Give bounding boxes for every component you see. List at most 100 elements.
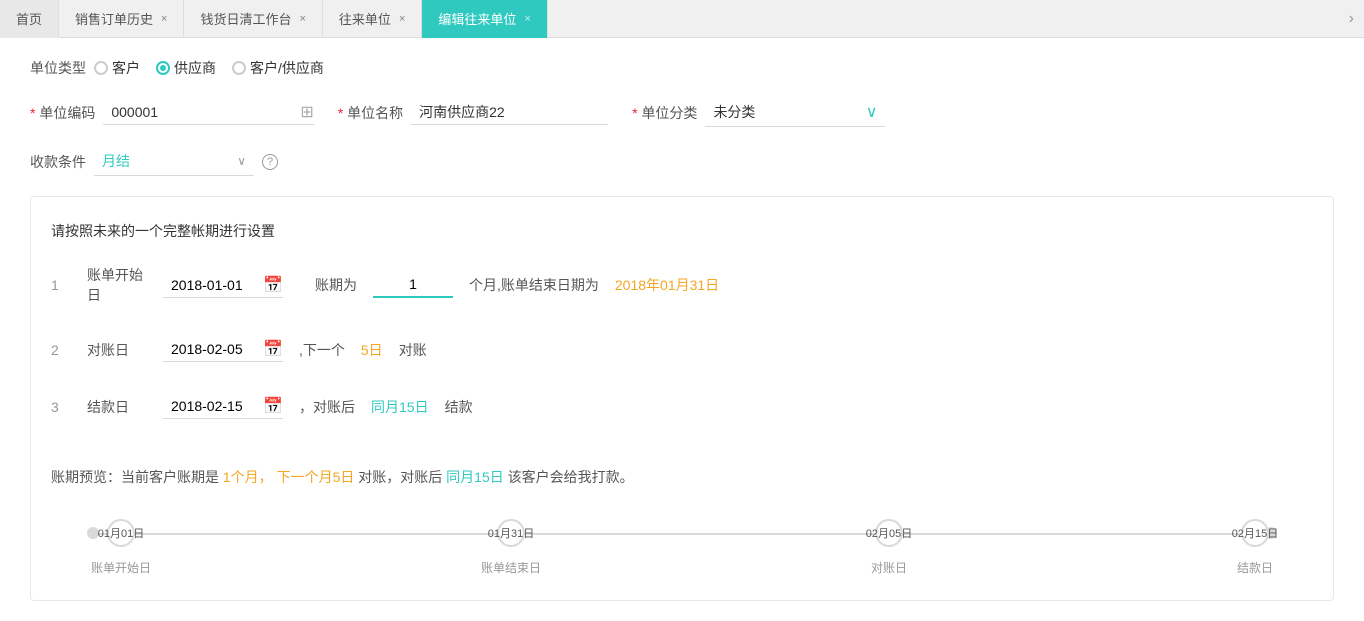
unit-type-label: 单位类型 <box>30 58 86 78</box>
chevron-down-icon: ∨ <box>237 154 246 168</box>
point-date-4: 02月15日 <box>1232 525 1278 541</box>
radio-both[interactable]: 客户/供应商 <box>232 58 324 78</box>
point-label-1: 账单开始日 <box>91 559 151 576</box>
date-input-3: 📅 <box>163 394 283 419</box>
copy-icon[interactable]: ⊞ <box>300 102 313 122</box>
radio-supplier[interactable]: 供应商 <box>156 58 216 78</box>
mid-label-1: 账期为 <box>315 275 357 295</box>
tab-edit-partner[interactable]: 编辑往来单位 × <box>422 0 547 38</box>
point-circle-3: 02月05日 <box>875 519 903 547</box>
point-label-2: 账单结束日 <box>481 559 541 576</box>
radio-both-label: 客户/供应商 <box>250 58 324 78</box>
tab-edit-partner-label: 编辑往来单位 <box>438 9 516 28</box>
point-circle-2: 01月31日 <box>497 519 525 547</box>
tab-sales-order-history[interactable]: 销售订单历史 × <box>59 0 184 38</box>
row-label-1: 账单开始日 <box>87 265 147 305</box>
radio-customer[interactable]: 客户 <box>94 58 140 78</box>
unit-category-value: 未分类 <box>713 102 755 122</box>
row-num-1: 1 <box>51 277 71 293</box>
close-icon[interactable]: × <box>399 13 405 25</box>
timeline-point-1: 01月01日 账单开始日 <box>91 519 151 576</box>
point-label-3: 对账日 <box>871 559 907 576</box>
date-input-2: 📅 <box>163 337 283 362</box>
radio-customer-label: 客户 <box>112 58 140 78</box>
tab-bar-more[interactable]: › <box>1339 10 1364 28</box>
payment-terms-group: 收款条件 月结 ∨ ? <box>30 147 278 176</box>
timeline-point-2: 01月31日 账单结束日 <box>481 519 541 576</box>
row-desc-2-prefix: ,下一个 <box>299 340 345 360</box>
unit-category-group: 单位分类 未分类 ∨ <box>632 98 885 127</box>
payment-terms-value: 月结 <box>102 151 130 171</box>
setting-row-3: 3 结款日 📅 ，对账后 同月15日 结款 <box>51 394 1313 419</box>
timeline: 01月01日 账单开始日 01月31日 账单结束日 02月05日 对账日 <box>51 519 1313 576</box>
point-date-1: 01月01日 <box>98 525 144 541</box>
unit-code-label: 单位编码 <box>30 103 95 123</box>
close-icon[interactable]: × <box>161 13 167 25</box>
date-field-2[interactable] <box>163 337 263 361</box>
payment-terms-select[interactable]: 月结 ∨ <box>94 147 254 176</box>
help-icon[interactable]: ? <box>262 154 278 170</box>
tab-cash-work[interactable]: 钱货日清工作台 × <box>184 0 322 38</box>
unit-category-label: 单位分类 <box>632 103 697 123</box>
point-circle-4: 02月15日 <box>1241 519 1269 547</box>
point-date-2: 01月31日 <box>488 525 534 541</box>
unit-type-row: 单位类型 客户 供应商 客户/供应商 <box>30 58 1334 78</box>
settings-card: 请按照未来的一个完整帐期进行设置 1 账单开始日 📅 账期为 个月,账单结束日期… <box>30 196 1334 601</box>
point-label-4: 结款日 <box>1237 559 1273 576</box>
row-desc-3-highlight: 同月15日 <box>371 397 429 417</box>
preview-part5: 该客户会给我打款。 <box>508 469 634 485</box>
payment-terms-row: 收款条件 月结 ∨ ? <box>30 147 1334 176</box>
preview-text: 账期预览：当前客户账期是 1个月， 下一个月5日 对账，对账后 同月15日 该客… <box>51 451 1313 487</box>
unit-type-group: 单位类型 客户 供应商 客户/供应商 <box>30 58 324 78</box>
row-desc-3-suffix: 结款 <box>445 397 473 417</box>
radio-supplier-circle <box>156 61 170 75</box>
preview-part3: 对账，对账后 <box>358 469 442 485</box>
unit-code-input[interactable] <box>103 100 300 124</box>
period-end-1: 2018年01月31日 <box>615 275 719 295</box>
row-label-3: 结款日 <box>87 397 147 417</box>
period-unit-1: 个月,账单结束日期为 <box>469 275 599 295</box>
close-icon[interactable]: × <box>524 13 530 25</box>
radio-customer-circle <box>94 61 108 75</box>
unit-info-row: 单位编码 ⊞ 单位名称 单位分类 未分类 ∨ <box>30 98 1334 127</box>
timeline-points: 01月01日 账单开始日 01月31日 账单结束日 02月05日 对账日 <box>91 519 1273 576</box>
timeline-point-4: 02月15日 结款日 <box>1237 519 1273 576</box>
preview-part4: 同月15日 <box>446 469 504 485</box>
close-icon[interactable]: × <box>299 13 305 25</box>
tab-partner-units[interactable]: 往来单位 × <box>323 0 422 38</box>
main-content: 单位类型 客户 供应商 客户/供应商 单位编码 <box>0 38 1364 621</box>
row-desc-3-prefix: ，对账后 <box>299 397 355 417</box>
radio-supplier-label: 供应商 <box>174 58 216 78</box>
tab-cash-work-label: 钱货日清工作台 <box>200 9 291 28</box>
unit-name-group: 单位名称 <box>338 100 608 125</box>
unit-category-select[interactable]: 未分类 ∨ <box>705 98 885 127</box>
setting-row-2: 2 对账日 📅 ,下一个 5日 对账 <box>51 337 1313 362</box>
row-label-2: 对账日 <box>87 340 147 360</box>
date-input-1: 📅 <box>163 273 283 298</box>
period-input[interactable] <box>373 272 453 298</box>
calendar-icon-3[interactable]: 📅 <box>263 396 283 416</box>
unit-code-group: 单位编码 ⊞ <box>30 100 314 125</box>
tab-bar: 首页 销售订单历史 × 钱货日清工作台 × 往来单位 × 编辑往来单位 × › <box>0 0 1364 38</box>
row-desc-2-suffix: 对账 <box>399 340 427 360</box>
unit-code-input-wrap: ⊞ <box>103 100 313 125</box>
timeline-point-3: 02月05日 对账日 <box>871 519 907 576</box>
calendar-icon-1[interactable]: 📅 <box>263 275 283 295</box>
point-date-3: 02月05日 <box>866 525 912 541</box>
row-desc-2-highlight: 5日 <box>361 340 383 360</box>
date-field-1[interactable] <box>163 273 263 297</box>
unit-name-label: 单位名称 <box>338 103 403 123</box>
date-field-3[interactable] <box>163 394 263 418</box>
chevron-down-icon: ∨ <box>866 102 878 122</box>
calendar-icon-2[interactable]: 📅 <box>263 339 283 359</box>
row-num-3: 3 <box>51 399 71 415</box>
radio-both-circle <box>232 61 246 75</box>
preview-part2: 下一个月5日 <box>277 469 355 485</box>
unit-name-input[interactable] <box>411 100 608 125</box>
payment-terms-label: 收款条件 <box>30 152 86 172</box>
point-circle-1: 01月01日 <box>107 519 135 547</box>
preview-label: 账期预览：当前客户账期是 <box>51 469 219 485</box>
row-num-2: 2 <box>51 342 71 358</box>
preview-part1: 1个月， <box>223 469 273 485</box>
tab-home[interactable]: 首页 <box>0 0 59 38</box>
